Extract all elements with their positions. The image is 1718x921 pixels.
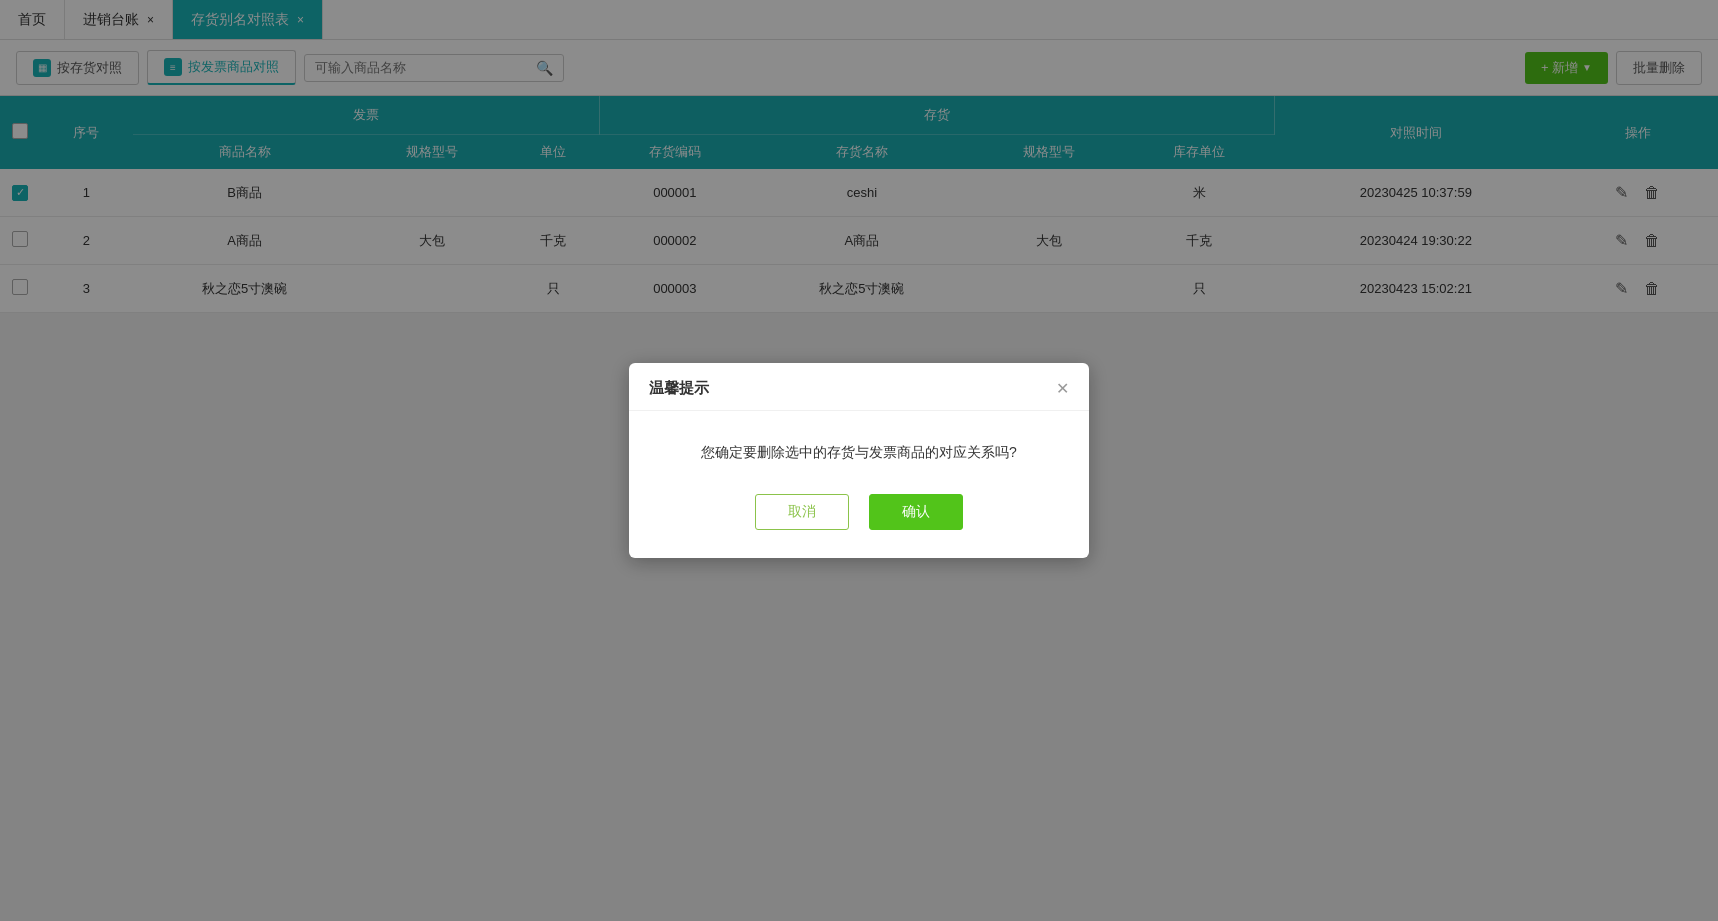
dialog-overlay: 温馨提示 ✕ 您确定要删除选中的存货与发票商品的对应关系吗? 取消 确认 [0, 0, 1718, 313]
